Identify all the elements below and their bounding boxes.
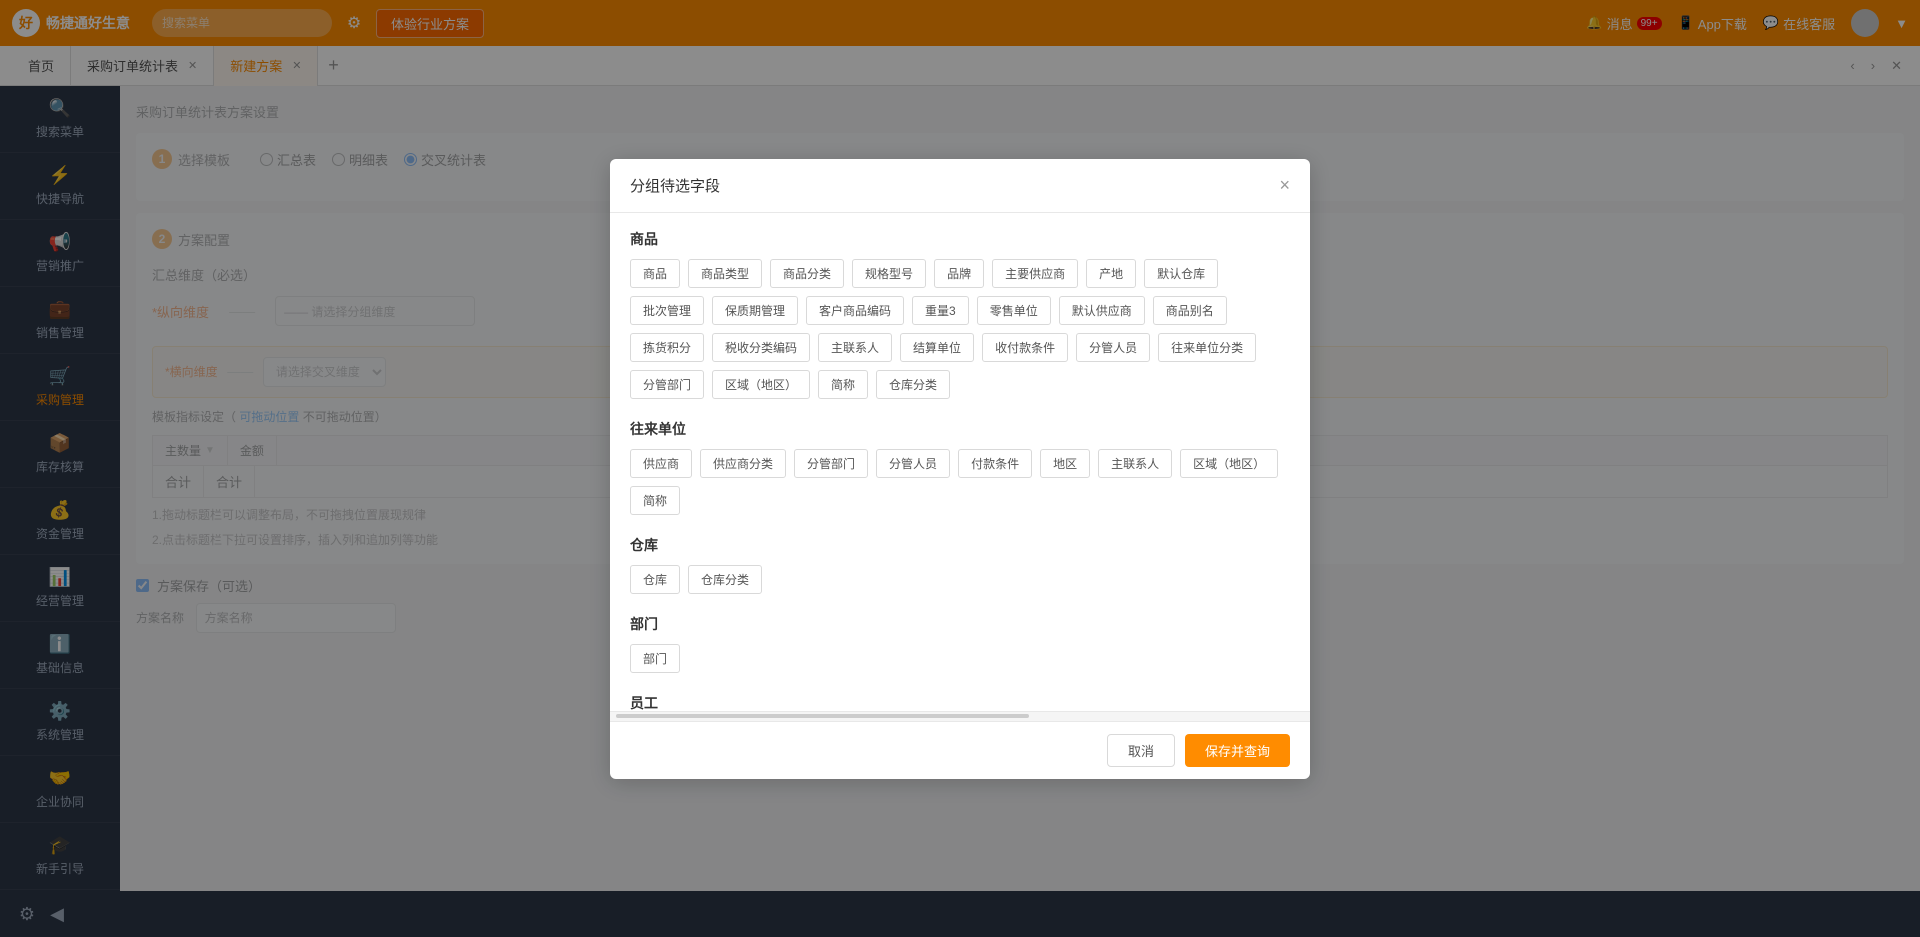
cancel-button[interactable]: 取消 — [1107, 734, 1175, 767]
tag-product-13[interactable]: 默认供应商 — [1059, 296, 1145, 325]
dialog-close-button[interactable]: × — [1279, 176, 1290, 194]
tag-product-5[interactable]: 主要供应商 — [992, 259, 1078, 288]
section-warehouse-title: 仓库 — [630, 535, 1290, 555]
tag-product-9[interactable]: 保质期管理 — [712, 296, 798, 325]
tag-product-21[interactable]: 往来单位分类 — [1158, 333, 1256, 362]
tag-partner-2[interactable]: 分管部门 — [794, 449, 868, 478]
dialog-hscroll[interactable] — [610, 711, 1310, 721]
section-warehouse: 仓库 仓库 仓库分类 — [630, 535, 1290, 594]
tag-product-14[interactable]: 商品别名 — [1153, 296, 1227, 325]
tag-product-10[interactable]: 客户商品编码 — [806, 296, 904, 325]
hscroll-thumb[interactable] — [616, 714, 1029, 718]
section-department-title: 部门 — [630, 614, 1290, 634]
section-partner-title: 往来单位 — [630, 419, 1290, 439]
tag-product-7[interactable]: 默认仓库 — [1144, 259, 1218, 288]
tag-department-0[interactable]: 部门 — [630, 644, 680, 673]
dialog-footer: 取消 保存并查询 — [610, 721, 1310, 779]
tag-partner-7[interactable]: 区域（地区） — [1180, 449, 1278, 478]
tag-product-4[interactable]: 品牌 — [934, 259, 984, 288]
save-query-button[interactable]: 保存并查询 — [1185, 734, 1290, 767]
tag-product-15[interactable]: 拣货积分 — [630, 333, 704, 362]
section-department: 部门 部门 — [630, 614, 1290, 673]
tag-partner-0[interactable]: 供应商 — [630, 449, 692, 478]
tag-partner-5[interactable]: 地区 — [1040, 449, 1090, 478]
section-staff: 员工 业务员 — [630, 693, 1290, 711]
tag-product-16[interactable]: 税收分类编码 — [712, 333, 810, 362]
section-product-tags: 商品 商品类型 商品分类 规格型号 品牌 主要供应商 产地 默认仓库 批次管理 … — [630, 259, 1290, 399]
dialog-header: 分组待选字段 × — [610, 159, 1310, 213]
dialog-body: 商品 商品 商品类型 商品分类 规格型号 品牌 主要供应商 产地 默认仓库 批次… — [610, 213, 1310, 711]
tag-partner-1[interactable]: 供应商分类 — [700, 449, 786, 478]
tag-partner-8[interactable]: 简称 — [630, 486, 680, 515]
section-department-tags: 部门 — [630, 644, 1290, 673]
section-warehouse-tags: 仓库 仓库分类 — [630, 565, 1290, 594]
dialog-title: 分组待选字段 — [630, 175, 720, 196]
section-partner-tags: 供应商 供应商分类 分管部门 分管人员 付款条件 地区 主联系人 区域（地区） … — [630, 449, 1290, 515]
tag-product-3[interactable]: 规格型号 — [852, 259, 926, 288]
tag-product-11[interactable]: 重量3 — [912, 296, 969, 325]
section-product: 商品 商品 商品类型 商品分类 规格型号 品牌 主要供应商 产地 默认仓库 批次… — [630, 229, 1290, 399]
section-product-title: 商品 — [630, 229, 1290, 249]
tag-partner-6[interactable]: 主联系人 — [1098, 449, 1172, 478]
tag-product-24[interactable]: 简称 — [818, 370, 868, 399]
tag-product-22[interactable]: 分管部门 — [630, 370, 704, 399]
tag-warehouse-0[interactable]: 仓库 — [630, 565, 680, 594]
section-staff-title: 员工 — [630, 693, 1290, 711]
tag-product-25[interactable]: 仓库分类 — [876, 370, 950, 399]
tag-product-19[interactable]: 收付款条件 — [982, 333, 1068, 362]
tag-product-23[interactable]: 区域（地区） — [712, 370, 810, 399]
tag-product-0[interactable]: 商品 — [630, 259, 680, 288]
tag-partner-4[interactable]: 付款条件 — [958, 449, 1032, 478]
tag-product-2[interactable]: 商品分类 — [770, 259, 844, 288]
tag-product-8[interactable]: 批次管理 — [630, 296, 704, 325]
tag-product-20[interactable]: 分管人员 — [1076, 333, 1150, 362]
modal-overlay: 分组待选字段 × 商品 商品 商品类型 商品分类 规格型号 品牌 主要供应商 产… — [0, 0, 1920, 937]
tag-warehouse-1[interactable]: 仓库分类 — [688, 565, 762, 594]
tag-product-12[interactable]: 零售单位 — [977, 296, 1051, 325]
section-partner: 往来单位 供应商 供应商分类 分管部门 分管人员 付款条件 地区 主联系人 区域… — [630, 419, 1290, 515]
tag-partner-3[interactable]: 分管人员 — [876, 449, 950, 478]
tag-product-6[interactable]: 产地 — [1086, 259, 1136, 288]
tag-product-17[interactable]: 主联系人 — [818, 333, 892, 362]
tag-product-18[interactable]: 结算单位 — [900, 333, 974, 362]
tag-product-1[interactable]: 商品类型 — [688, 259, 762, 288]
field-select-dialog: 分组待选字段 × 商品 商品 商品类型 商品分类 规格型号 品牌 主要供应商 产… — [610, 159, 1310, 779]
